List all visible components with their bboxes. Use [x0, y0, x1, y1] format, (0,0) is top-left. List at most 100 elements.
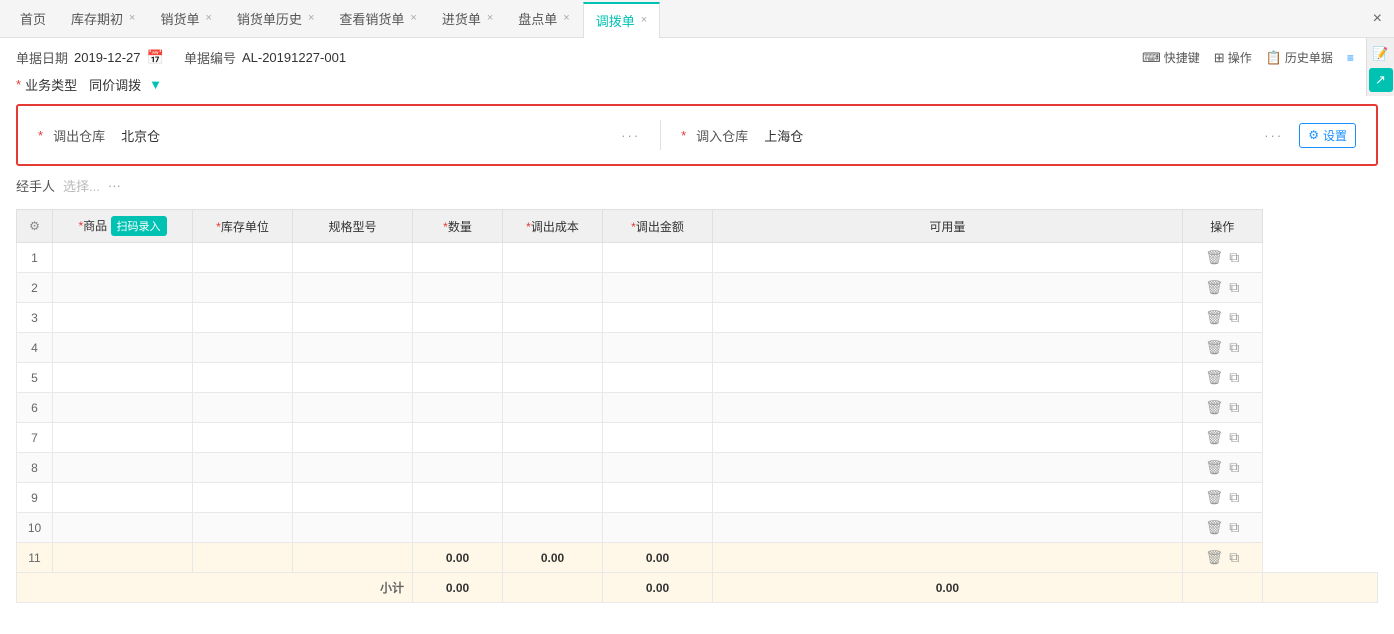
- close-icon[interactable]: ×: [641, 15, 647, 26]
- cost-cell[interactable]: [503, 393, 603, 423]
- delete-icon[interactable]: 🗑: [1205, 489, 1223, 506]
- amount-cell[interactable]: [603, 453, 713, 483]
- shortcut-btn[interactable]: ⌨ 快捷键: [1142, 49, 1200, 66]
- qty-cell[interactable]: [413, 483, 503, 513]
- amount-cell[interactable]: [603, 333, 713, 363]
- more-dots-out[interactable]: ···: [621, 128, 640, 143]
- unit-cell[interactable]: [193, 363, 293, 393]
- close-icon[interactable]: ×: [205, 13, 211, 24]
- dropdown-icon[interactable]: ▼: [149, 77, 162, 92]
- unit-cell[interactable]: [193, 243, 293, 273]
- unit-cell[interactable]: [193, 423, 293, 453]
- cost-cell[interactable]: [503, 363, 603, 393]
- copy-icon[interactable]: ⧉: [1229, 519, 1239, 536]
- tab-sales-history[interactable]: 销货单历史 ×: [225, 0, 327, 38]
- product-cell[interactable]: [53, 513, 193, 543]
- cost-cell[interactable]: [503, 453, 603, 483]
- tab-transfer[interactable]: 调拨单 ×: [583, 2, 660, 38]
- spec-cell[interactable]: [293, 393, 413, 423]
- delete-icon[interactable]: 🗑: [1205, 459, 1223, 476]
- spec-cell[interactable]: [293, 243, 413, 273]
- qty-cell[interactable]: [413, 243, 503, 273]
- table-gear-icon[interactable]: ⚙: [29, 219, 40, 233]
- product-cell[interactable]: [53, 273, 193, 303]
- delete-icon[interactable]: 🗑: [1205, 399, 1223, 416]
- list-view-btn[interactable]: ≡: [1347, 51, 1354, 65]
- spec-cell[interactable]: [293, 333, 413, 363]
- close-icon[interactable]: ×: [129, 13, 135, 24]
- qty-cell[interactable]: [413, 453, 503, 483]
- history-btn[interactable]: 📋 历史单据: [1266, 49, 1333, 66]
- spec-cell[interactable]: [293, 483, 413, 513]
- amount-cell[interactable]: [603, 513, 713, 543]
- delete-icon[interactable]: 🗑: [1205, 339, 1223, 356]
- product-cell[interactable]: [53, 393, 193, 423]
- spec-cell[interactable]: [293, 303, 413, 333]
- cost-cell[interactable]: [503, 303, 603, 333]
- delete-icon[interactable]: 🗑: [1205, 369, 1223, 386]
- calendar-icon[interactable]: 📅: [147, 49, 164, 66]
- spec-cell[interactable]: [293, 273, 413, 303]
- copy-icon[interactable]: ⧉: [1229, 549, 1239, 566]
- tab-purchase-order[interactable]: 进货单 ×: [430, 0, 506, 38]
- scan-button[interactable]: 扫码录入: [111, 216, 167, 236]
- cost-cell[interactable]: [503, 333, 603, 363]
- delete-icon[interactable]: 🗑: [1205, 249, 1223, 266]
- qty-cell[interactable]: [413, 333, 503, 363]
- product-cell[interactable]: [53, 243, 193, 273]
- cost-cell[interactable]: [503, 423, 603, 453]
- close-icon[interactable]: ×: [563, 13, 569, 24]
- amount-cell[interactable]: [603, 303, 713, 333]
- spec-cell[interactable]: [293, 363, 413, 393]
- close-icon[interactable]: ×: [308, 13, 314, 24]
- side-expand-btn[interactable]: ↗: [1369, 68, 1393, 92]
- spec-cell[interactable]: [293, 423, 413, 453]
- qty-cell[interactable]: [413, 393, 503, 423]
- spec-cell[interactable]: [293, 513, 413, 543]
- delete-icon[interactable]: 🗑: [1205, 549, 1223, 566]
- delete-icon[interactable]: 🗑: [1205, 279, 1223, 296]
- more-dots-person[interactable]: ···: [108, 178, 121, 193]
- unit-cell[interactable]: [193, 453, 293, 483]
- amount-cell[interactable]: [603, 243, 713, 273]
- cost-cell[interactable]: [503, 273, 603, 303]
- copy-icon[interactable]: ⧉: [1229, 429, 1239, 446]
- product-cell[interactable]: [53, 423, 193, 453]
- qty-cell[interactable]: [413, 363, 503, 393]
- delete-icon[interactable]: 🗑: [1205, 429, 1223, 446]
- unit-cell[interactable]: [193, 333, 293, 363]
- copy-icon[interactable]: ⧉: [1229, 249, 1239, 266]
- delete-icon[interactable]: 🗑: [1205, 309, 1223, 326]
- tab-home[interactable]: 首页: [8, 0, 59, 38]
- unit-cell[interactable]: [193, 513, 293, 543]
- amount-cell[interactable]: [603, 273, 713, 303]
- product-cell[interactable]: [53, 453, 193, 483]
- amount-cell[interactable]: [603, 393, 713, 423]
- qty-cell[interactable]: [413, 273, 503, 303]
- close-window-icon[interactable]: ×: [1373, 10, 1382, 28]
- copy-icon[interactable]: ⧉: [1229, 309, 1239, 326]
- operation-btn[interactable]: ⊞ 操作: [1214, 49, 1252, 66]
- qty-cell[interactable]: [413, 513, 503, 543]
- spec-cell[interactable]: [293, 453, 413, 483]
- cost-cell[interactable]: [503, 483, 603, 513]
- product-cell[interactable]: [53, 483, 193, 513]
- product-cell[interactable]: [53, 333, 193, 363]
- tab-sales-order[interactable]: 销货单 ×: [148, 0, 224, 38]
- copy-icon[interactable]: ⧉: [1229, 279, 1239, 296]
- amount-cell[interactable]: [603, 483, 713, 513]
- unit-cell[interactable]: [193, 393, 293, 423]
- amount-cell[interactable]: [603, 423, 713, 453]
- copy-icon[interactable]: ⧉: [1229, 399, 1239, 416]
- qty-cell[interactable]: [413, 423, 503, 453]
- amount-cell[interactable]: [603, 363, 713, 393]
- cost-cell[interactable]: [503, 513, 603, 543]
- unit-cell[interactable]: [193, 273, 293, 303]
- tab-inventory-init[interactable]: 库存期初 ×: [59, 0, 148, 38]
- side-note-btn[interactable]: 📝: [1369, 42, 1393, 66]
- product-cell[interactable]: [53, 303, 193, 333]
- copy-icon[interactable]: ⧉: [1229, 489, 1239, 506]
- close-icon[interactable]: ×: [410, 13, 416, 24]
- delete-icon[interactable]: 🗑: [1205, 519, 1223, 536]
- close-icon[interactable]: ×: [487, 13, 493, 24]
